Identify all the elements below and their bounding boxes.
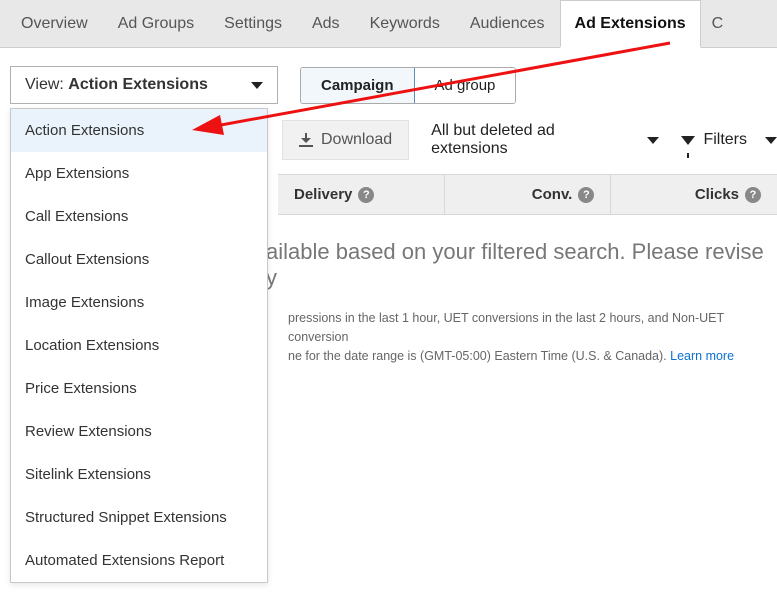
tab-ad-extensions[interactable]: Ad Extensions xyxy=(560,0,701,48)
caret-down-icon xyxy=(251,82,263,89)
view-dropdown-panel: Action Extensions App Extensions Call Ex… xyxy=(10,108,268,583)
column-label: Conv. xyxy=(532,186,573,203)
tab-cutoff[interactable]: C xyxy=(701,0,731,47)
column-label: Clicks xyxy=(695,186,739,203)
dropdown-item-location-extensions[interactable]: Location Extensions xyxy=(11,324,267,367)
dropdown-item-structured-snippet-extensions[interactable]: Structured Snippet Extensions xyxy=(11,496,267,539)
dropdown-item-action-extensions[interactable]: Action Extensions xyxy=(11,109,267,152)
view-dropdown-trigger[interactable]: View: Action Extensions xyxy=(10,66,278,104)
funnel-icon xyxy=(681,136,695,145)
tab-settings[interactable]: Settings xyxy=(209,0,297,47)
table-header-row: Delivery ? Conv. ? Clicks ? xyxy=(278,174,777,215)
help-icon[interactable]: ? xyxy=(745,187,761,203)
note-line-b: ne for the date range is (GMT-05:00) Eas… xyxy=(288,349,670,363)
download-icon xyxy=(299,133,313,147)
dropdown-item-review-extensions[interactable]: Review Extensions xyxy=(11,410,267,453)
top-tab-bar: Overview Ad Groups Settings Ads Keywords… xyxy=(0,0,777,48)
note-line-a: pressions in the last 1 hour, UET conver… xyxy=(288,311,724,344)
filter-scope-dropdown[interactable]: All but deleted ad extensions xyxy=(431,122,659,158)
help-icon[interactable]: ? xyxy=(578,187,594,203)
dropdown-item-automated-extensions-report[interactable]: Automated Extensions Report xyxy=(11,539,267,582)
tab-overview[interactable]: Overview xyxy=(6,0,103,47)
empty-state-area: ailable based on your filtered search. P… xyxy=(258,215,777,375)
scope-toggle-group: Campaign Ad group xyxy=(300,67,516,104)
dropdown-item-call-extensions[interactable]: Call Extensions xyxy=(11,195,267,238)
scope-adgroup-button[interactable]: Ad group xyxy=(414,68,516,103)
filters-label: Filters xyxy=(703,131,747,149)
tab-ads[interactable]: Ads xyxy=(297,0,355,47)
dropdown-item-callout-extensions[interactable]: Callout Extensions xyxy=(11,238,267,281)
dropdown-item-app-extensions[interactable]: App Extensions xyxy=(11,152,267,195)
view-selected-value: Action Extensions xyxy=(68,76,208,93)
tab-keywords[interactable]: Keywords xyxy=(355,0,455,47)
tab-ad-groups[interactable]: Ad Groups xyxy=(103,0,209,47)
column-conv[interactable]: Conv. ? xyxy=(444,175,611,214)
caret-down-icon xyxy=(647,137,659,144)
dropdown-item-image-extensions[interactable]: Image Extensions xyxy=(11,281,267,324)
tab-audiences[interactable]: Audiences xyxy=(455,0,560,47)
scope-campaign-button[interactable]: Campaign xyxy=(300,67,415,104)
empty-state-headline: ailable based on your filtered search. P… xyxy=(266,239,777,291)
caret-down-icon xyxy=(765,137,777,144)
column-label: Delivery xyxy=(294,186,352,203)
column-clicks[interactable]: Clicks ? xyxy=(610,175,777,214)
filter-scope-label: All but deleted ad extensions xyxy=(431,122,629,158)
dropdown-item-sitelink-extensions[interactable]: Sitelink Extensions xyxy=(11,453,267,496)
column-delivery[interactable]: Delivery ? xyxy=(278,175,444,214)
download-label: Download xyxy=(321,131,392,149)
help-icon[interactable]: ? xyxy=(358,187,374,203)
download-button[interactable]: Download xyxy=(282,120,409,160)
empty-state-note: pressions in the last 1 hour, UET conver… xyxy=(266,309,777,365)
dropdown-item-price-extensions[interactable]: Price Extensions xyxy=(11,367,267,410)
learn-more-link[interactable]: Learn more xyxy=(670,349,734,363)
filters-dropdown[interactable]: Filters xyxy=(681,131,777,149)
view-label: View: xyxy=(25,76,68,93)
